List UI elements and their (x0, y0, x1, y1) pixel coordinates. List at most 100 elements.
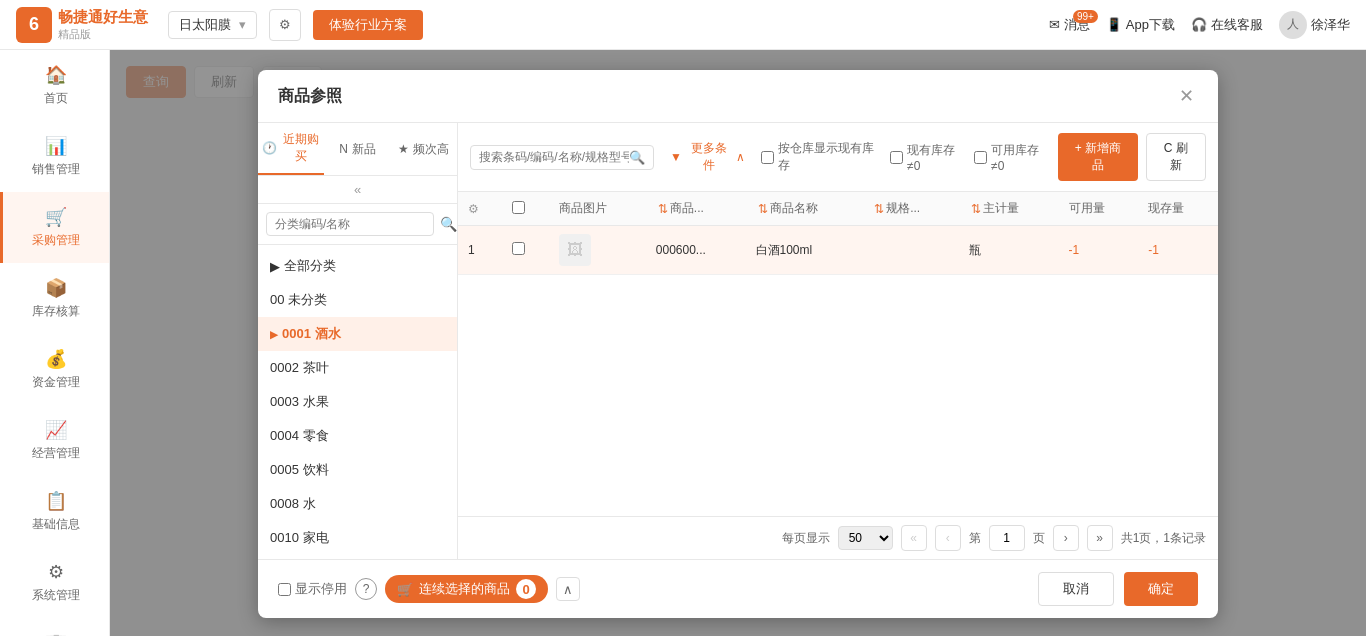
sidebar-item-basic[interactable]: 📋 基础信息 (0, 476, 109, 547)
refresh-button[interactable]: C 刷新 (1146, 133, 1206, 181)
filter-icon: ▼ (670, 150, 682, 164)
next-page-button[interactable]: › (1053, 525, 1079, 551)
sidebar-item-enterprise[interactable]: 🏢 企业协同 (0, 618, 109, 636)
modal-title: 商品参照 (278, 86, 342, 107)
sidebar-item-business[interactable]: 📈 经营管理 (0, 405, 109, 476)
confirm-button[interactable]: 确定 (1124, 572, 1198, 606)
sidebar-item-purchase[interactable]: 🛒 采购管理 (0, 192, 109, 263)
sidebar-item-home[interactable]: 🏠 首页 (0, 50, 109, 121)
sidebar-item-capital[interactable]: 💰 资金管理 (0, 334, 109, 405)
collapse-up-icon: ∧ (563, 582, 573, 597)
cart-collapse-button[interactable]: ∧ (556, 577, 580, 601)
nav-right: ✉ 消息 99+ 📱 App下载 🎧 在线客服 人 徐泽华 (1049, 11, 1350, 39)
last-page-icon: » (1096, 531, 1103, 545)
cat-item-all[interactable]: ▶ 全部分类 (258, 249, 457, 283)
th-stock-label: 现存量 (1148, 201, 1184, 215)
toolbar-right: + 新增商品 C 刷新 (1058, 133, 1206, 181)
row-available: -1 (1059, 226, 1139, 275)
checkbox-warehouse[interactable] (761, 151, 774, 164)
stock-value: -1 (1148, 243, 1159, 257)
prev-page-button[interactable]: ‹ (935, 525, 961, 551)
filter-button[interactable]: ▼ 更多条件 ∧ (662, 136, 753, 178)
tab-frequent-label: 频次高 (413, 141, 449, 158)
sidebar-label-system: 系统管理 (32, 587, 80, 604)
app-download-label: App下载 (1126, 16, 1175, 34)
checkbox-stock-wrap: 现有库存≠0 (890, 142, 966, 173)
logo-text: 畅捷通好生意 精品版 (58, 8, 148, 42)
sort-unit[interactable]: ⇅ 主计量 (969, 200, 1049, 217)
select-all-checkbox[interactable] (512, 201, 525, 214)
modal-close-button[interactable]: ✕ (1174, 84, 1198, 108)
checkbox-stock-label: 现有库存≠0 (907, 142, 966, 173)
show-disabled-wrap: 显示停用 (278, 580, 347, 598)
app-download-item[interactable]: 📱 App下载 (1106, 16, 1175, 34)
add-product-button[interactable]: + 新增商品 (1058, 133, 1138, 181)
product-search-icon[interactable]: 🔍 (629, 150, 645, 165)
product-search-input[interactable] (479, 150, 629, 164)
cat-item-00[interactable]: 00 未分类 (258, 283, 457, 317)
show-disabled-checkbox[interactable] (278, 583, 291, 596)
th-available-label: 可用量 (1069, 201, 1105, 215)
row-index: 1 (458, 226, 502, 275)
tab-new[interactable]: N 新品 (324, 123, 390, 175)
trial-button[interactable]: 体验行业方案 (313, 10, 423, 40)
sort-spec[interactable]: ⇅ 规格... (872, 200, 949, 217)
user-avatar: 人 (1279, 11, 1307, 39)
cat-0005-label: 0005 饮料 (270, 461, 329, 479)
sort-image[interactable]: 商品图片 (559, 200, 636, 217)
checkbox-available[interactable] (974, 151, 987, 164)
th-image: 商品图片 (549, 192, 646, 226)
modal-header: 商品参照 ✕ (258, 70, 1218, 123)
category-collapse-button[interactable]: « (258, 176, 457, 204)
first-page-button[interactable]: « (901, 525, 927, 551)
sidebar-item-inventory[interactable]: 📦 库存核算 (0, 263, 109, 334)
help-button[interactable]: ? (355, 578, 377, 600)
star-icon: ★ (398, 142, 409, 156)
tab-recent[interactable]: 🕐 近期购买 (258, 123, 324, 175)
cat-item-0008[interactable]: 0008 水 (258, 487, 457, 521)
table-row[interactable]: 1 🖼 000600... 白酒100ml (458, 226, 1218, 275)
product-table: ⚙ 商品图片 (458, 192, 1218, 275)
row-select-checkbox[interactable] (512, 242, 525, 255)
sidebar-item-system[interactable]: ⚙ 系统管理 (0, 547, 109, 618)
th-code-label: 商品... (670, 200, 704, 217)
capital-icon: 💰 (45, 348, 67, 370)
sidebar: 🏠 首页 📊 销售管理 🛒 采购管理 📦 库存核算 💰 资金管理 📈 经营管理 … (0, 50, 110, 636)
sidebar-label-basic: 基础信息 (32, 516, 80, 533)
tab-frequent[interactable]: ★ 频次高 (391, 123, 457, 175)
page-number-input[interactable] (989, 525, 1025, 551)
first-page-icon: « (910, 531, 917, 545)
sidebar-item-sales[interactable]: 📊 销售管理 (0, 121, 109, 192)
cat-0002-label: 0002 茶叶 (270, 359, 329, 377)
settings-button[interactable]: ⚙ (269, 9, 301, 41)
cancel-button[interactable]: 取消 (1038, 572, 1114, 606)
sort-code[interactable]: ⇅ 商品... (656, 200, 736, 217)
cart-count: 0 (516, 579, 536, 599)
cat-item-0002[interactable]: 0002 茶叶 (258, 351, 457, 385)
category-search-input[interactable] (266, 212, 434, 236)
per-page-label: 每页显示 (782, 530, 830, 547)
cart-area[interactable]: 🛒 连续选择的商品 0 (385, 575, 548, 603)
store-dropdown-icon: ▾ (239, 17, 246, 32)
product-panel: 🔍 ▼ 更多条件 ∧ 按仓库显示现有库存 (458, 123, 1218, 559)
store-selector[interactable]: 日太阳膜 ▾ (168, 11, 257, 39)
category-search-icon[interactable]: 🔍 (440, 216, 457, 232)
cat-item-0003[interactable]: 0003 水果 (258, 385, 457, 419)
cat-item-0004[interactable]: 0004 零食 (258, 419, 457, 453)
cat-item-0010[interactable]: 0010 家电 (258, 521, 457, 555)
cat-item-0001[interactable]: ▶ 0001 酒水 (258, 317, 457, 351)
user-item[interactable]: 人 徐泽华 (1279, 11, 1350, 39)
purchase-icon: 🛒 (45, 206, 67, 228)
sort-name[interactable]: ⇅ 商品名称 (756, 200, 853, 217)
per-page-select[interactable]: 50 10 20 100 (838, 526, 893, 550)
checkbox-warehouse-wrap: 按仓库显示现有库存 (761, 140, 882, 174)
checkbox-stock[interactable] (890, 151, 903, 164)
cat-item-0005[interactable]: 0005 饮料 (258, 453, 457, 487)
col-settings-icon[interactable]: ⚙ (468, 202, 479, 216)
row-unit: 瓶 (959, 226, 1059, 275)
message-icon: ✉ (1049, 17, 1060, 32)
sort-icon-unit: ⇅ (971, 202, 981, 216)
message-item[interactable]: ✉ 消息 99+ (1049, 16, 1090, 34)
online-service-item[interactable]: 🎧 在线客服 (1191, 16, 1263, 34)
last-page-button[interactable]: » (1087, 525, 1113, 551)
